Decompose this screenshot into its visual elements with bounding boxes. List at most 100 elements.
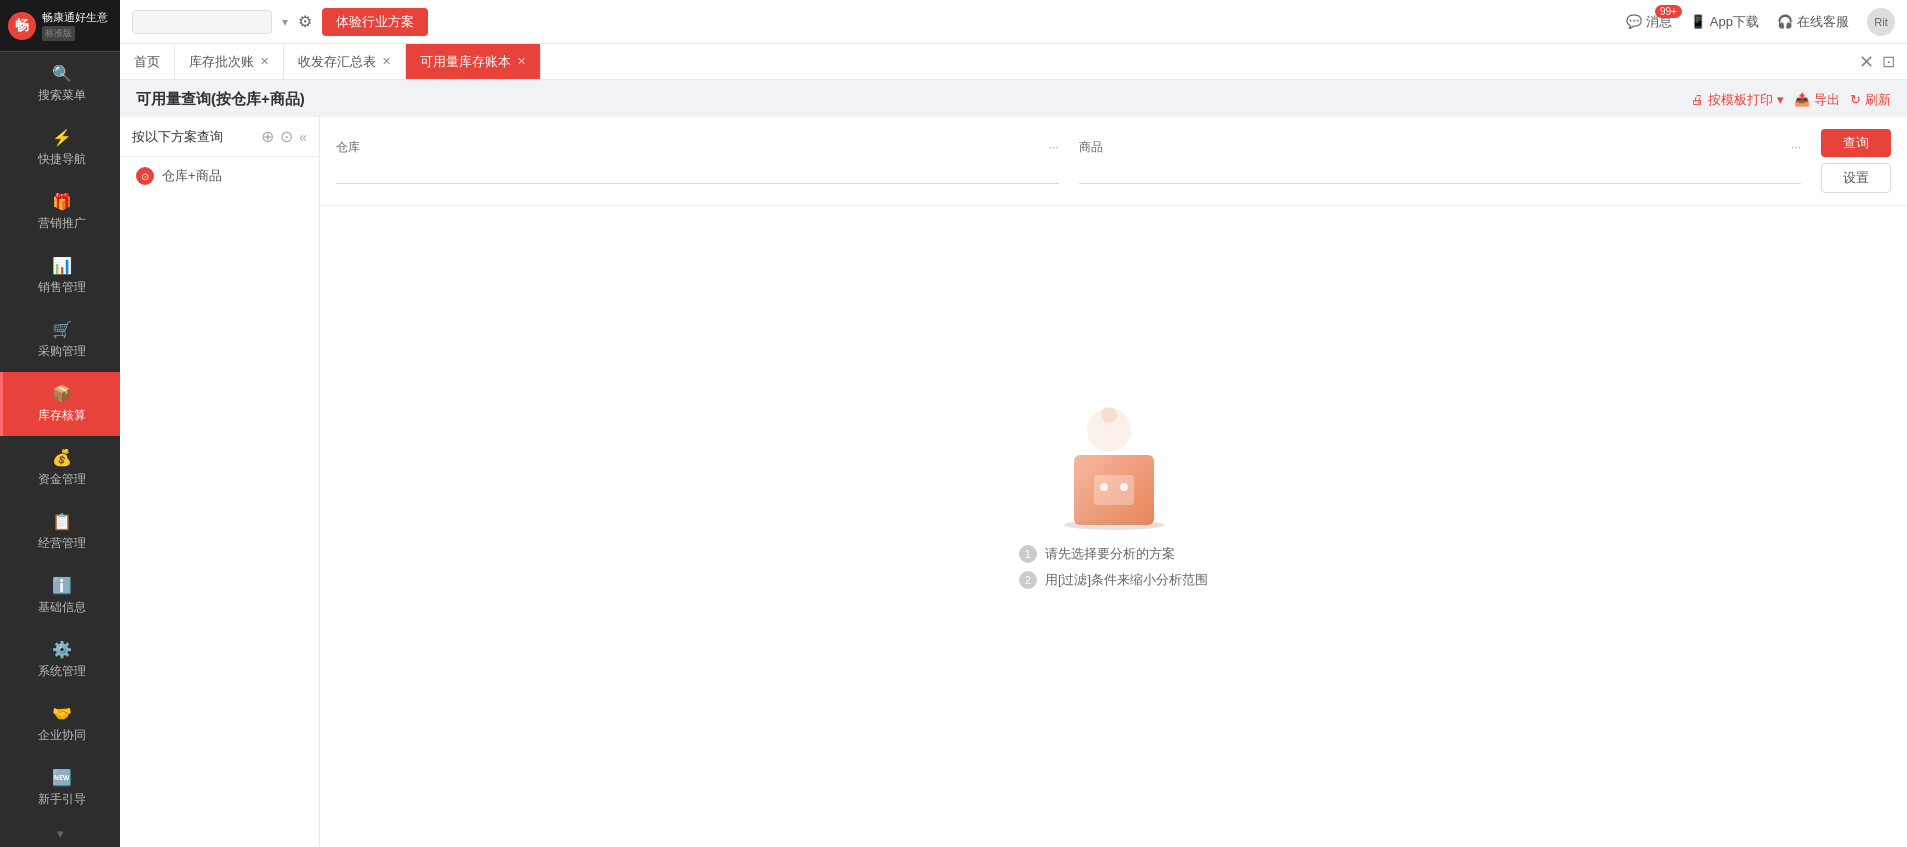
sidebar-item-label: 库存核算: [38, 407, 86, 424]
tab-batch-close-icon[interactable]: ✕: [260, 55, 269, 68]
app-download-button[interactable]: 📱 App下载: [1690, 13, 1759, 31]
message-button[interactable]: 💬 消息 99+: [1626, 13, 1672, 31]
tab-available[interactable]: 可用量库存账本 ✕: [406, 44, 541, 80]
goods-field: 商品 ···: [1079, 139, 1802, 184]
tab-home-label: 首页: [134, 53, 160, 71]
app-edition: 标准版: [42, 26, 75, 41]
empty-hint-2: 2 用[过滤]条件来缩小分析范围: [1019, 571, 1208, 589]
page-header: 可用量查询(按仓库+商品) 🖨 按模板打印 ▾ 📤 导出 ↻ 刷新: [120, 80, 1907, 117]
tabs-close-all-icon[interactable]: ✕: [1859, 51, 1874, 73]
tab-summary[interactable]: 收发存汇总表 ✕: [284, 44, 406, 80]
headset-icon: 🎧: [1777, 14, 1793, 29]
goods-more-icon[interactable]: ···: [1791, 140, 1801, 154]
sidebar-menu: 🔍 搜索菜单 ⚡ 快捷导航 🎁 营销推广 📊 销售管理 🛒 采购管理 📦 库存核…: [0, 52, 120, 820]
warehouse-field: 仓库 ···: [336, 139, 1059, 184]
collapse-icon[interactable]: «: [299, 129, 307, 145]
print-dropdown-icon[interactable]: ▾: [1777, 92, 1784, 107]
page-body: 可用量查询(按仓库+商品) 🖨 按模板打印 ▾ 📤 导出 ↻ 刷新: [120, 80, 1907, 847]
page-header-actions: 🖨 按模板打印 ▾ 📤 导出 ↻ 刷新: [1691, 91, 1891, 109]
user-avatar[interactable]: Rit: [1867, 8, 1895, 36]
tab-summary-close-icon[interactable]: ✕: [382, 55, 391, 68]
warehouse-more-icon[interactable]: ···: [1048, 140, 1058, 154]
edit-scheme-icon[interactable]: ⊙: [280, 127, 293, 146]
export-button[interactable]: 📤 导出: [1794, 91, 1840, 109]
sidebar-item-label: 新手引导: [38, 791, 86, 808]
app-logo: 畅 畅康通好生意 标准版: [0, 0, 120, 52]
cart-icon: 🛒: [52, 320, 72, 339]
tabs-actions: ✕ ⊡: [1847, 51, 1907, 73]
print-icon: 🖨: [1691, 92, 1704, 107]
sidebar-item-cooperation[interactable]: 🤝 企业协同: [0, 692, 120, 756]
tab-batch[interactable]: 库存批次账 ✕: [175, 44, 284, 80]
sidebar-item-sales[interactable]: 📊 销售管理: [0, 244, 120, 308]
filter-header: 按以下方案查询 ⊕ ⊙ «: [120, 117, 319, 157]
tab-home[interactable]: 首页: [120, 44, 175, 80]
main-content: ▾ ⚙ 体验行业方案 💬 消息 99+ 📱 App下载 🎧 在线客服 Rit: [120, 0, 1907, 847]
message-badge: 99+: [1655, 5, 1682, 18]
gift-icon: 🎁: [52, 192, 72, 211]
sidebar-item-shortcut[interactable]: ⚡ 快捷导航: [0, 116, 120, 180]
new-icon: 🆕: [52, 768, 72, 787]
dropdown-arrow-icon[interactable]: ▾: [282, 15, 288, 29]
sidebar: 畅 畅康通好生意 标准版 🔍 搜索菜单 ⚡ 快捷导航 🎁 营销推广 📊 销售管理…: [0, 0, 120, 847]
sidebar-item-search[interactable]: 🔍 搜索菜单: [0, 52, 120, 116]
search-input[interactable]: [132, 10, 272, 34]
print-button[interactable]: 🖨 按模板打印 ▾: [1691, 91, 1784, 109]
empty-state: 1 请先选择要分析的方案 2 用[过滤]条件来缩小分析范围: [320, 206, 1907, 847]
content-area: 按以下方案查询 ⊕ ⊙ « ⊙ 仓库+商品: [120, 117, 1907, 847]
search-icon: 🔍: [52, 64, 72, 83]
info-icon: ℹ️: [52, 576, 72, 595]
lightning-icon: ⚡: [52, 128, 72, 147]
sidebar-item-purchase[interactable]: 🛒 采购管理: [0, 308, 120, 372]
settings-icon[interactable]: ⚙: [298, 12, 312, 31]
tabs-expand-icon[interactable]: ⊡: [1882, 52, 1895, 71]
goods-input[interactable]: [1079, 160, 1802, 184]
page-title: 可用量查询(按仓库+商品): [136, 90, 305, 109]
app-download-label: App下载: [1710, 13, 1759, 31]
warehouse-input[interactable]: [336, 160, 1059, 184]
avatar-text: Rit: [1874, 16, 1887, 28]
message-icon: 💬: [1626, 14, 1642, 29]
refresh-icon: ↻: [1850, 92, 1861, 107]
warehouse-field-label: 仓库 ···: [336, 139, 1059, 156]
topbar: ▾ ⚙ 体验行业方案 💬 消息 99+ 📱 App下载 🎧 在线客服 Rit: [120, 0, 1907, 44]
hint-text-1: 请先选择要分析的方案: [1045, 545, 1175, 563]
refresh-button[interactable]: ↻ 刷新: [1850, 91, 1891, 109]
tab-available-close-icon[interactable]: ✕: [517, 55, 526, 68]
query-button[interactable]: 查询: [1821, 129, 1891, 157]
box-face: [1094, 475, 1134, 505]
online-service-button[interactable]: 🎧 在线客服: [1777, 13, 1849, 31]
filter-header-label: 按以下方案查询: [132, 128, 223, 146]
sidebar-scroll-down[interactable]: ▾: [0, 820, 120, 847]
sidebar-item-system[interactable]: ⚙️ 系统管理: [0, 628, 120, 692]
add-scheme-icon[interactable]: ⊕: [261, 127, 274, 146]
app-name: 畅康通好生意: [42, 10, 108, 24]
sidebar-item-label: 资金管理: [38, 471, 86, 488]
settings-button[interactable]: 设置: [1821, 163, 1891, 193]
hint-num-1: 1: [1019, 545, 1037, 563]
goods-label-text: 商品: [1079, 139, 1103, 156]
hint-num-2: 2: [1019, 571, 1037, 589]
scheme-warehouse-goods[interactable]: ⊙ 仓库+商品: [120, 157, 319, 195]
sidebar-item-basic[interactable]: ℹ️ 基础信息: [0, 564, 120, 628]
sidebar-item-guide[interactable]: 🆕 新手引导: [0, 756, 120, 820]
sidebar-item-operations[interactable]: 📋 经营管理: [0, 500, 120, 564]
chart-icon: 📊: [52, 256, 72, 275]
empty-box: [1074, 455, 1154, 525]
sidebar-item-label: 搜索菜单: [38, 87, 86, 104]
industry-solution-button[interactable]: 体验行业方案: [322, 8, 428, 36]
tab-batch-label: 库存批次账: [189, 53, 254, 71]
sidebar-item-label: 系统管理: [38, 663, 86, 680]
sidebar-item-marketing[interactable]: 🎁 营销推广: [0, 180, 120, 244]
sidebar-item-inventory[interactable]: 📦 库存核算: [0, 372, 120, 436]
empty-illustration: [1054, 405, 1174, 525]
export-label: 导出: [1814, 91, 1840, 109]
empty-shadow: [1064, 520, 1164, 530]
sidebar-item-finance[interactable]: 💰 资金管理: [0, 436, 120, 500]
tabs-bar: 首页 库存批次账 ✕ 收发存汇总表 ✕ 可用量库存账本 ✕ ✕ ⊡: [120, 44, 1907, 80]
online-service-label: 在线客服: [1797, 13, 1849, 31]
clipboard-icon: 📋: [52, 512, 72, 531]
handshake-icon: 🤝: [52, 704, 72, 723]
empty-hints: 1 请先选择要分析的方案 2 用[过滤]条件来缩小分析范围: [1019, 545, 1208, 589]
topbar-right: 💬 消息 99+ 📱 App下载 🎧 在线客服 Rit: [1626, 8, 1895, 36]
